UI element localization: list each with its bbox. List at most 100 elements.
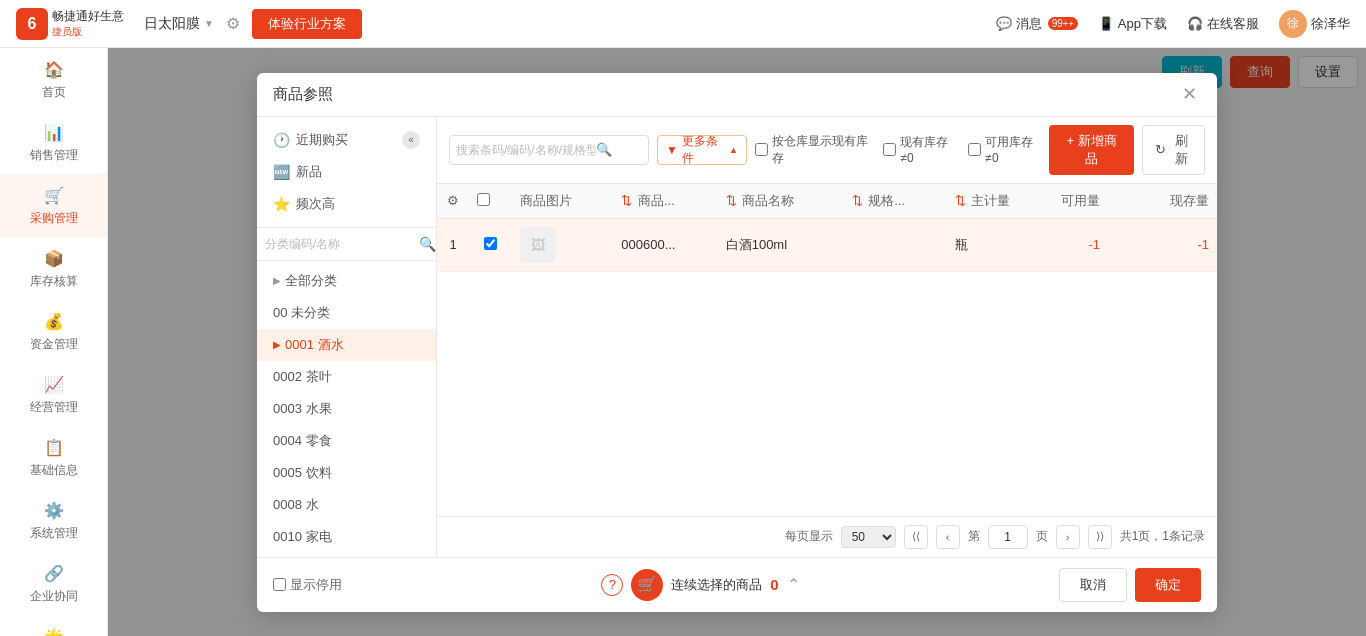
product-search-icon[interactable]: 🔍 (596, 142, 612, 157)
cancel-button[interactable]: 取消 (1059, 568, 1127, 602)
sidebar-item-finance[interactable]: 💰 资金管理 (0, 300, 107, 363)
add-product-button[interactable]: + 新增商品 (1049, 125, 1134, 175)
product-available: -1 (1088, 237, 1100, 252)
modal-close-button[interactable]: ✕ (1178, 79, 1201, 109)
quick-link-new[interactable]: 🆕 新品 (265, 157, 428, 187)
th-spec[interactable]: ⇅ 规格... (844, 184, 947, 219)
messages-button[interactable]: 💬 消息 99++ (996, 15, 1078, 33)
category-all[interactable]: ▶ 全部分类 (257, 265, 436, 297)
app-icon: 📱 (1098, 16, 1114, 31)
show-disabled-input[interactable] (273, 578, 286, 591)
category-water[interactable]: 0008 水 (257, 489, 436, 521)
show-disabled-checkbox[interactable]: 显示停用 (273, 576, 342, 594)
product-search-input[interactable] (456, 143, 596, 157)
sidebar-item-inventory[interactable]: 📦 库存核算 (0, 237, 107, 300)
sidebar-item-operations[interactable]: 📈 经营管理 (0, 363, 107, 426)
pagination-bar: 每页显示 50 100 200 ⟨⟨ ‹ 第 页 › (437, 516, 1217, 557)
td-available: -1 (1053, 218, 1135, 271)
sidebar-item-system[interactable]: ⚙️ 系统管理 (0, 489, 107, 552)
category-snack[interactable]: 0004 零食 (257, 425, 436, 457)
category-beverage[interactable]: 0005 饮料 (257, 457, 436, 489)
table-row[interactable]: 1 🖼 00 (437, 218, 1217, 271)
next-page-button[interactable]: › (1056, 525, 1080, 549)
sidebar-item-label: 库存核算 (30, 273, 78, 290)
layout: 🏠 首页 📊 销售管理 🛒 采购管理 📦 库存核算 💰 资金管理 📈 经营管理 … (0, 48, 1366, 636)
th-name-label: 商品名称 (742, 193, 794, 208)
confirm-button[interactable]: 确定 (1135, 568, 1201, 602)
page-unit: 页 (1036, 528, 1048, 545)
finance-icon: 💰 (43, 310, 65, 332)
quick-link-frequent[interactable]: ⭐ 频次高 (265, 189, 428, 219)
category-search: 🔍 (257, 228, 436, 261)
category-search-input[interactable] (265, 237, 415, 251)
sidebar-item-sales[interactable]: 📊 销售管理 (0, 111, 107, 174)
filter-arrow: ▲ (729, 145, 738, 155)
app-download-button[interactable]: 📱 App下载 (1098, 15, 1167, 33)
sidebar-item-guide[interactable]: 🌟 新手引导 (0, 615, 107, 636)
th-image-label: 商品图片 (520, 193, 572, 208)
sidebar-item-label: 经营管理 (30, 399, 78, 416)
th-name[interactable]: ⇅ 商品名称 (718, 184, 844, 219)
category-tea[interactable]: 0002 茶叶 (257, 361, 436, 393)
sidebar-item-label: 基础信息 (30, 462, 78, 479)
th-unit-label: 主计量 (971, 193, 1010, 208)
last-page-button[interactable]: ⟩⟩ (1088, 525, 1112, 549)
basic-info-icon: 📋 (43, 436, 65, 458)
trial-button[interactable]: 体验行业方案 (252, 9, 362, 39)
sidebar-item-home[interactable]: 🏠 首页 (0, 48, 107, 111)
username: 徐泽华 (1311, 15, 1350, 33)
collapse-left-button[interactable]: « (402, 131, 420, 149)
help-button[interactable]: ? (601, 574, 623, 596)
sidebar-item-purchase[interactable]: 🛒 采购管理 (0, 174, 107, 237)
cart-button[interactable]: 🛒 (631, 569, 663, 601)
checkbox-current-stock-input[interactable] (883, 143, 896, 156)
footer-center: ? 🛒 连续选择的商品 0 ⌃ (342, 569, 1059, 601)
sidebar-item-label: 企业协同 (30, 588, 78, 605)
category-liquor[interactable]: ▶ 0001 酒水 (257, 329, 436, 361)
message-badge: 99++ (1048, 17, 1078, 30)
quick-link-recent[interactable]: 🕐 近期购买 « (265, 125, 428, 155)
checkbox-current-stock[interactable]: 现有库存≠0 (883, 134, 956, 165)
td-checkbox[interactable] (469, 218, 512, 271)
sidebar-item-label: 系统管理 (30, 525, 78, 542)
store-selector[interactable]: 日太阳膜 ▼ (144, 15, 214, 33)
category-search-icon[interactable]: 🔍 (419, 236, 436, 252)
column-settings-icon[interactable]: ⚙ (447, 193, 459, 208)
navbar-right: 💬 消息 99++ 📱 App下载 🎧 在线客服 徐 徐泽华 (996, 10, 1350, 38)
message-label: 消息 (1016, 15, 1042, 33)
category-list: ▶ 全部分类 00 未分类 ▶ 0001 酒水 0002 茶 (257, 261, 436, 557)
td-stock: -1 (1135, 218, 1217, 271)
sidebar-item-enterprise[interactable]: 🔗 企业协同 (0, 552, 107, 615)
user-profile[interactable]: 徐 徐泽华 (1279, 10, 1350, 38)
th-code[interactable]: ⇅ 商品... (613, 184, 717, 219)
refresh-button[interactable]: ↻ 刷新 (1142, 125, 1205, 175)
collapse-up-button[interactable]: ⌃ (787, 575, 800, 594)
checkbox-warehouse[interactable]: 按仓库显示现有库存 (755, 133, 871, 167)
select-all-checkbox[interactable] (477, 193, 490, 206)
service-button[interactable]: 🎧 在线客服 (1187, 15, 1259, 33)
category-appliance[interactable]: 0010 家电 (257, 521, 436, 553)
enterprise-icon: 🔗 (43, 562, 65, 584)
per-page-select[interactable]: 50 100 200 (841, 526, 896, 548)
filter-button[interactable]: ▼ 更多条件 ▲ (657, 135, 747, 165)
category-label: 00 未分类 (273, 304, 330, 322)
prev-page-button[interactable]: ‹ (936, 525, 960, 549)
category-label: 0004 零食 (273, 432, 332, 450)
th-unit[interactable]: ⇅ 主计量 (947, 184, 1054, 219)
category-uncategorized[interactable]: 00 未分类 (257, 297, 436, 329)
logo-icon: 6 (16, 8, 48, 40)
product-table: ⚙ 商品图片 ⇅ 商品... (437, 184, 1217, 272)
page-number-input[interactable] (988, 525, 1028, 549)
refresh-label: 刷新 (1170, 132, 1192, 168)
settings-icon[interactable]: ⚙ (226, 14, 240, 33)
table-header: ⚙ 商品图片 ⇅ 商品... (437, 184, 1217, 219)
checkbox-available-stock[interactable]: 可用库存≠0 (968, 134, 1041, 165)
category-fruit[interactable]: 0003 水果 (257, 393, 436, 425)
row-checkbox[interactable] (484, 237, 497, 250)
sort-icon: ⇅ (852, 193, 863, 208)
checkbox-warehouse-input[interactable] (755, 143, 768, 156)
checkbox-available-stock-input[interactable] (968, 143, 981, 156)
first-page-button[interactable]: ⟨⟨ (904, 525, 928, 549)
sidebar-item-basic-info[interactable]: 📋 基础信息 (0, 426, 107, 489)
th-settings: ⚙ (437, 184, 469, 219)
